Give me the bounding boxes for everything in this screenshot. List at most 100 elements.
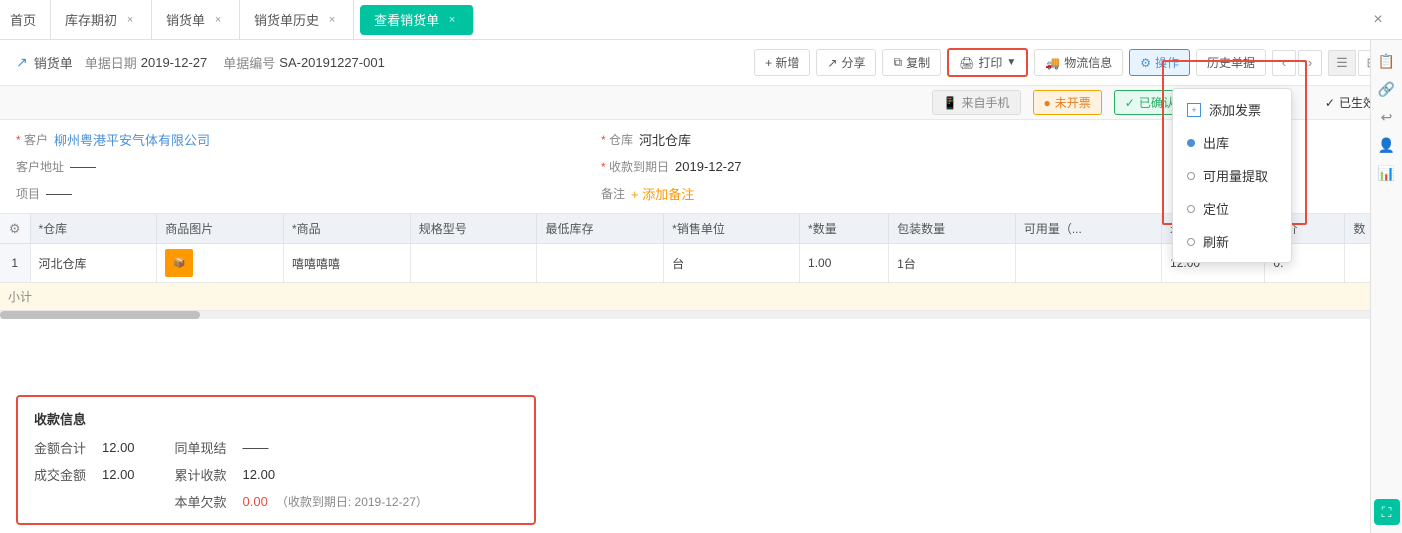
print-button[interactable]: 🖨 打印 ▼: [947, 48, 1028, 77]
row-qty: 1.00: [800, 244, 889, 283]
settings-icon[interactable]: ⚙: [9, 221, 21, 236]
warehouse-label: 仓库: [601, 131, 633, 148]
history-label: 历史单据: [1207, 54, 1255, 71]
col-product-img: 商品图片: [157, 214, 284, 244]
info-col-left: 金额合计 12.00 成交金额 12.00: [34, 438, 135, 511]
sidebar-icon-expand[interactable]: ⛶: [1374, 499, 1400, 525]
deal-amount-label: 成交金额: [34, 465, 94, 484]
panel-title: 收款信息: [34, 409, 518, 428]
dropdown-add-invoice[interactable]: + 添加发票: [1173, 93, 1291, 126]
nav-arrows: ‹ ›: [1272, 50, 1322, 76]
col-qty: *数量: [800, 214, 889, 244]
doc-type-label: 销货单: [34, 53, 73, 72]
row-unit: 台: [664, 244, 800, 283]
tab-view-sales[interactable]: 查看销货单 ×: [360, 5, 474, 35]
dropdown-outbound[interactable]: 出库: [1173, 126, 1291, 159]
new-button[interactable]: + 新增: [754, 49, 810, 76]
dropdown-refresh[interactable]: 刷新: [1173, 225, 1291, 258]
sidebar-icon-4[interactable]: 👤: [1374, 132, 1400, 158]
phone-icon: 📱: [943, 96, 958, 110]
doc-number-field: 单据编号 SA-20191227-001: [223, 53, 385, 72]
number-label: 单据编号: [223, 53, 275, 72]
arrears-row: 本单欠款 0.00 （收款到期日: 2019-12-27）: [175, 492, 428, 511]
dropdown-available-qty[interactable]: 可用量提取: [1173, 159, 1291, 192]
share-label: 分享: [841, 54, 865, 71]
arrears-label: 本单欠款: [175, 492, 235, 511]
customer-label: 客户: [16, 131, 48, 148]
customer-value[interactable]: 柳州粤港平安气体有限公司: [54, 130, 210, 149]
tab-inventory-close[interactable]: ×: [123, 13, 137, 27]
address-value: ——: [70, 159, 96, 174]
available-qty-label: 可用量提取: [1203, 166, 1268, 185]
print-arrow-icon: ▼: [1006, 57, 1016, 68]
remark-add-label[interactable]: 添加备注: [642, 187, 694, 202]
table-scrollbar[interactable]: [0, 311, 1402, 319]
deal-amount-row: 成交金额 12.00: [34, 465, 135, 484]
info-rows: 金额合计 12.00 成交金额 12.00 同单现结 —— 累计收款: [34, 438, 518, 511]
add-invoice-label: 添加发票: [1209, 100, 1261, 119]
address-label: 客户地址: [16, 158, 64, 175]
outbound-dot: [1187, 139, 1195, 147]
sidebar-icon-5[interactable]: 📊: [1374, 160, 1400, 186]
available-qty-dot: [1187, 172, 1195, 180]
copy-button[interactable]: ⧉ 复制: [882, 49, 941, 76]
copy-label: 复制: [906, 54, 930, 71]
info-col-right: 同单现结 —— 累计收款 12.00 本单欠款 0.00 （收款到期日: 201…: [175, 438, 428, 511]
row-min-stock: [537, 244, 664, 283]
list-view-button[interactable]: ☰: [1328, 50, 1356, 76]
remark-label: 备注: [601, 185, 625, 202]
remark-field: 备注 + 添加备注: [601, 184, 801, 203]
operation-button[interactable]: ⚙ 操作: [1129, 49, 1190, 76]
payment-info-panel: 收款信息 金额合计 12.00 成交金额 12.00 同单现结 ——: [16, 395, 536, 525]
dropdown-locate[interactable]: 定位: [1173, 192, 1291, 225]
refresh-label: 刷新: [1203, 232, 1229, 251]
operation-label: 操作: [1155, 54, 1179, 71]
col-product: *商品: [283, 214, 410, 244]
invoice-icon: ●: [1044, 96, 1051, 110]
logistics-icon: 🚚: [1045, 56, 1060, 70]
operation-icon: ⚙: [1140, 56, 1151, 70]
tab-inventory-label: 库存期初: [65, 10, 117, 29]
tab-history-label: 销货单历史: [254, 10, 319, 29]
not-open-button[interactable]: ● 未开票: [1033, 90, 1102, 115]
history-button[interactable]: 历史单据: [1196, 49, 1266, 76]
sidebar-icon-3[interactable]: ↩: [1374, 104, 1400, 130]
tab-sales[interactable]: 销货单 ×: [152, 0, 240, 40]
from-phone-button[interactable]: 📱 来自手机: [932, 90, 1021, 115]
print-icon: 🖨: [959, 56, 974, 70]
tab-inventory[interactable]: 库存期初 ×: [51, 0, 152, 40]
cumulative-row: 累计收款 12.00: [175, 465, 428, 484]
sidebar-icon-1[interactable]: 📋: [1374, 48, 1400, 74]
add-remark-icon: +: [631, 187, 639, 202]
date-value: 2019-12-27: [141, 55, 208, 70]
product-image: 📦: [165, 249, 193, 277]
sidebar-icon-2[interactable]: 🔗: [1374, 76, 1400, 102]
amount-total-value: 12.00: [102, 440, 135, 455]
prev-arrow[interactable]: ‹: [1272, 50, 1296, 76]
scrollbar-thumb[interactable]: [0, 311, 200, 319]
new-label: + 新增: [765, 54, 799, 71]
tab-home[interactable]: 首页: [10, 0, 51, 40]
print-label: 打印: [978, 54, 1002, 71]
warehouse-value: 河北仓库: [639, 130, 691, 149]
row-warehouse: 河北仓库: [30, 244, 157, 283]
date-label: 单据日期: [85, 53, 137, 72]
address-field: 客户地址 ——: [16, 158, 216, 175]
close-all-button[interactable]: ×: [1364, 6, 1392, 34]
tab-history-close[interactable]: ×: [325, 13, 339, 27]
tab-sales-history[interactable]: 销货单历史 ×: [240, 0, 354, 40]
due-date-field: 收款到期日 2019-12-27: [601, 158, 801, 175]
doc-title: ↗ 销货单: [16, 53, 73, 72]
logistics-button[interactable]: 🚚 物流信息: [1034, 49, 1123, 76]
effective-icon: ✓: [1325, 96, 1335, 110]
phone-label: 来自手机: [961, 94, 1009, 111]
row-pkg-qty: 1台: [889, 244, 1016, 283]
tab-view-close[interactable]: ×: [445, 13, 459, 27]
share-button[interactable]: ↗ 分享: [816, 49, 876, 76]
tab-sales-close[interactable]: ×: [211, 13, 225, 27]
subtotal-row: 小计: [0, 283, 1402, 311]
next-arrow[interactable]: ›: [1298, 50, 1322, 76]
col-warehouse: *仓库: [30, 214, 157, 244]
arrears-value: 0.00: [243, 494, 268, 509]
doc-header: ↗ 销货单 单据日期 2019-12-27 单据编号 SA-20191227-0…: [0, 40, 1402, 86]
